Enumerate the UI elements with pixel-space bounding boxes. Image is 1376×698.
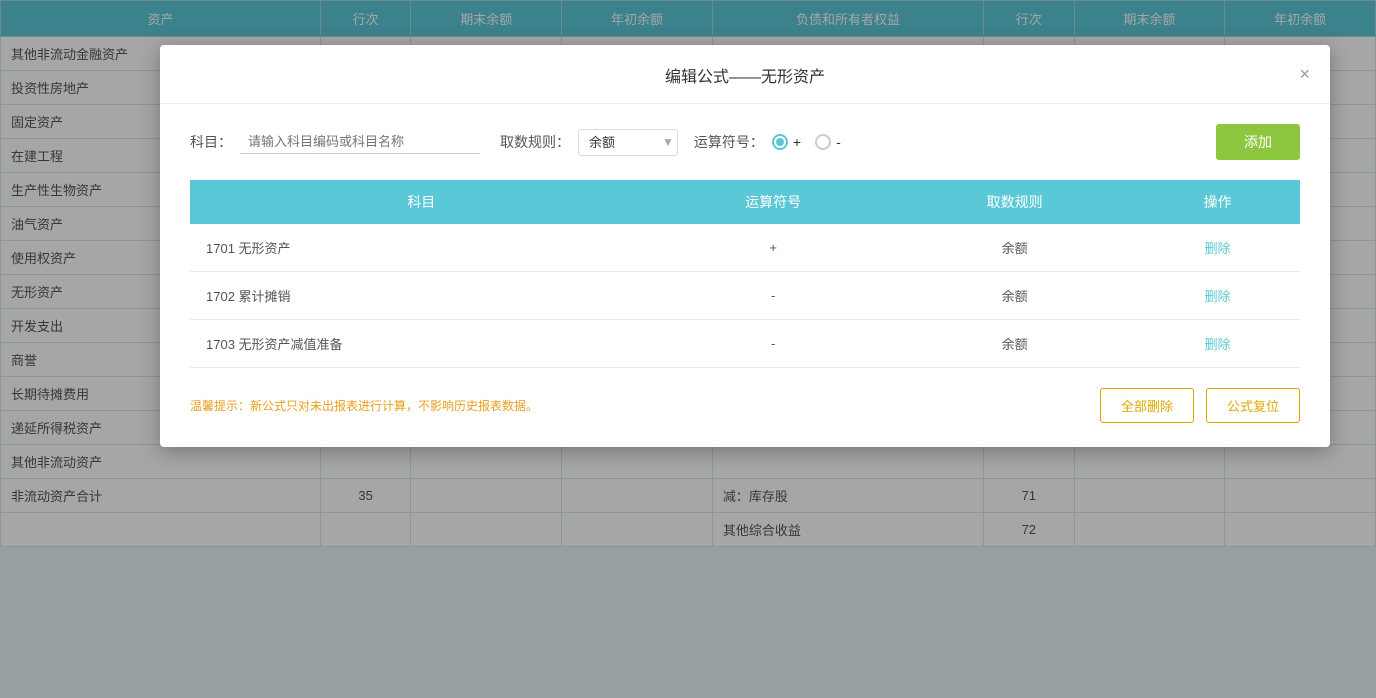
radio-minus-circle [815,134,831,150]
subject-input[interactable] [240,130,480,154]
formula-row: 1701 无形资产 + 余额 删除 [190,224,1300,272]
formula-operator-cell: + [652,224,893,272]
radio-plus-circle [772,134,788,150]
reset-formula-button[interactable]: 公式复位 [1206,388,1300,423]
formula-operator-cell: - [652,272,893,320]
modal-title: 编辑公式——无形资产 [665,63,825,87]
footer-tip: 温馨提示：新公式只对未出报表进行计算，不影响历史报表数据。 [190,397,538,414]
operator-label: 运算符号： [694,132,764,152]
rule-select[interactable]: 余额借方贷方借方发生额贷方发生额 [578,129,678,156]
rule-label: 取数规则： [500,132,570,152]
formula-row: 1702 累计摊销 - 余额 删除 [190,272,1300,320]
delete-row-link[interactable]: 删除 [1205,337,1231,352]
modal-footer: 温馨提示：新公式只对未出报表进行计算，不影响历史报表数据。 全部删除 公式复位 [160,368,1330,423]
edit-formula-modal: 编辑公式——无形资产 × 科目： 取数规则： 余额借方贷方借方发生额贷方发生额 … [160,45,1330,447]
th-rule: 取数规则 [894,180,1135,224]
close-button[interactable]: × [1299,65,1310,83]
delete-row-link[interactable]: 删除 [1205,289,1231,304]
radio-plus-item[interactable]: + [772,134,801,150]
delete-all-button[interactable]: 全部删除 [1100,388,1194,423]
radio-plus-label: + [793,134,801,150]
footer-buttons: 全部删除 公式复位 [1100,388,1300,423]
formula-form: 科目： 取数规则： 余额借方贷方借方发生额贷方发生额 ▼ 运算符号： + - [160,104,1330,180]
formula-rule-cell: 余额 [894,320,1135,368]
operator-radio-group: + - [772,134,841,150]
formula-operator-cell: - [652,320,893,368]
radio-minus-item[interactable]: - [815,134,841,150]
formula-subject-cell: 1702 累计摊销 [190,272,652,320]
formula-row: 1703 无形资产减值准备 - 余额 删除 [190,320,1300,368]
delete-row-link[interactable]: 删除 [1205,241,1231,256]
rule-group: 取数规则： 余额借方贷方借方发生额贷方发生额 ▼ [500,129,674,156]
add-button[interactable]: 添加 [1216,124,1300,160]
formula-action-cell[interactable]: 删除 [1135,272,1300,320]
subject-group: 科目： [190,130,480,154]
formula-table-wrap: 科目 运算符号 取数规则 操作 1701 无形资产 + 余额 删除 1702 累… [190,180,1300,368]
th-subject: 科目 [190,180,652,224]
formula-table: 科目 运算符号 取数规则 操作 1701 无形资产 + 余额 删除 1702 累… [190,180,1300,368]
formula-table-header-row: 科目 运算符号 取数规则 操作 [190,180,1300,224]
operator-group: 运算符号： + - [694,132,841,152]
formula-subject-cell: 1701 无形资产 [190,224,652,272]
rule-select-wrap: 余额借方贷方借方发生额贷方发生额 ▼ [578,129,674,156]
modal-header: 编辑公式——无形资产 × [160,45,1330,104]
subject-label: 科目： [190,132,232,152]
formula-action-cell[interactable]: 删除 [1135,224,1300,272]
th-operator: 运算符号 [652,180,893,224]
formula-rule-cell: 余额 [894,272,1135,320]
formula-subject-cell: 1703 无形资产减值准备 [190,320,652,368]
radio-minus-label: - [836,134,841,150]
th-action: 操作 [1135,180,1300,224]
formula-action-cell[interactable]: 删除 [1135,320,1300,368]
formula-rule-cell: 余额 [894,224,1135,272]
